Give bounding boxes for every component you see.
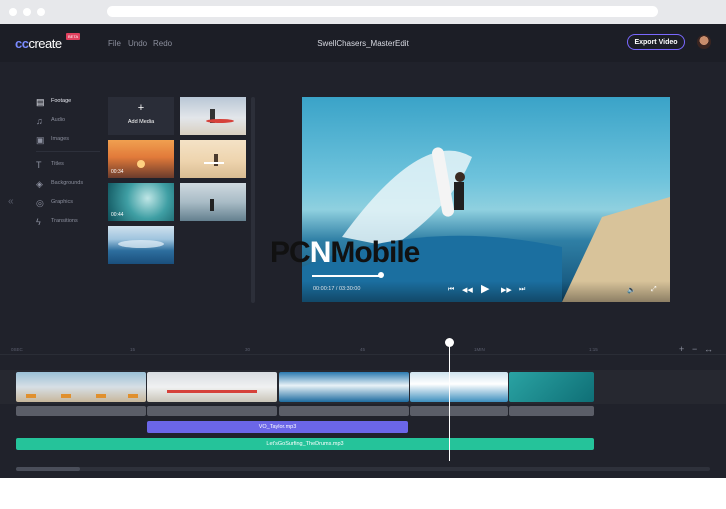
ruler-label: 0SEC [11, 347, 23, 352]
media-thumbnail[interactable] [180, 183, 246, 221]
surfer-scene [302, 147, 670, 302]
watermark-logo: PCNMobile [270, 236, 420, 269]
media-thumbnail[interactable]: 00:44 [108, 183, 174, 221]
sidebar-item-label: Transitions [51, 218, 78, 224]
film-icon: ▤ [36, 97, 45, 107]
media-thumbnail[interactable]: 00:34 [108, 140, 174, 178]
plus-icon: + [137, 102, 145, 114]
clip-marker [96, 394, 106, 398]
video-clip[interactable] [16, 372, 146, 402]
video-clip[interactable] [279, 372, 409, 402]
address-bar[interactable] [107, 6, 658, 17]
video-clip[interactable] [147, 372, 277, 402]
fast-forward-icon[interactable]: ▶▶ [501, 286, 512, 294]
video-clip[interactable] [410, 372, 508, 402]
page-background [0, 478, 726, 509]
ruler-label: 30 [245, 347, 251, 352]
playhead[interactable] [449, 342, 450, 461]
add-media-button[interactable]: + Add Media [108, 97, 174, 135]
music-note-icon: ♫ [36, 116, 43, 126]
collapse-sidebar-icon[interactable]: « [8, 196, 14, 207]
window-dot[interactable] [23, 8, 31, 16]
progress-handle[interactable] [378, 272, 384, 278]
text-icon: T [36, 160, 42, 170]
editor-app: cccreate BETA File Undo Redo SwellChaser… [0, 24, 726, 478]
video-preview[interactable] [302, 97, 670, 302]
sidebar-item-label: Footage [51, 98, 72, 104]
browser-chrome [0, 0, 726, 24]
skip-forward-icon[interactable]: ⏭ [519, 286, 525, 294]
clip-marker [128, 394, 138, 398]
layers-icon: ◈ [36, 179, 43, 189]
timeline-scroll-thumb[interactable] [16, 467, 80, 471]
audio-waveform[interactable] [147, 406, 277, 416]
voiceover-clip[interactable]: VO_Taylor.mp3 [147, 421, 408, 433]
zoom-out-icon[interactable]: − [692, 344, 697, 354]
browser-window: cccreate BETA File Undo Redo SwellChaser… [0, 0, 726, 509]
audio-waveform[interactable] [279, 406, 409, 416]
wave-crest-shape [118, 240, 164, 248]
video-clip[interactable] [509, 372, 594, 402]
add-media-label: Add Media [127, 119, 155, 125]
audio-waveform[interactable] [410, 406, 508, 416]
sidebar-item-label: Titles [51, 161, 64, 167]
volume-icon[interactable]: 🔈 [627, 286, 636, 294]
surfer-figure [206, 109, 234, 123]
project-title: SwellChasers_MasterEdit [317, 39, 409, 48]
sidebar-divider [36, 151, 100, 152]
clip-marker [26, 394, 36, 398]
fullscreen-icon[interactable]: ⤢ [651, 286, 657, 294]
clip-marker [61, 394, 71, 398]
window-dot[interactable] [9, 8, 17, 16]
shape-icon: ◎ [36, 198, 44, 208]
sidebar-item-label: Images [51, 136, 70, 142]
media-thumbnail[interactable] [180, 140, 246, 178]
surfboard-shape [167, 390, 257, 393]
progress-fill [312, 275, 381, 277]
top-bar: cccreate BETA File Undo Redo SwellChaser… [0, 24, 726, 62]
media-thumbnail[interactable] [180, 97, 246, 135]
sidebar-item-label: Graphics [51, 199, 74, 205]
sidebar-item-label: Backgrounds [51, 180, 84, 186]
ruler-label: 45 [360, 347, 366, 352]
surfer-figure [210, 199, 214, 211]
window-dot[interactable] [37, 8, 45, 16]
export-video-button[interactable]: Export Video [627, 34, 685, 50]
zoom-in-icon[interactable]: + [679, 344, 684, 354]
time-readout: 00:00:17 / 03:30:00 [313, 286, 361, 292]
media-thumbnail[interactable] [108, 226, 174, 264]
bolt-icon: ϟ [36, 217, 41, 227]
ruler-label: 1MIN [474, 347, 485, 352]
sun-shape [137, 160, 145, 168]
media-scrollbar[interactable] [251, 97, 255, 303]
audio-waveform[interactable] [509, 406, 594, 416]
image-icon: ▣ [36, 135, 45, 145]
surfer-figure [204, 154, 224, 166]
play-icon[interactable]: ▶ [481, 282, 489, 295]
thumbnail-duration: 00:34 [111, 169, 124, 175]
playhead-handle[interactable] [445, 338, 454, 347]
timeline-divider [0, 354, 726, 355]
music-clip[interactable]: Let'sGoSurfing_TheDrums.mp3 [16, 438, 594, 450]
sidebar-item-label: Audio [51, 117, 66, 123]
thumbnail-duration: 00:44 [111, 212, 124, 218]
timeline-scrollbar[interactable] [16, 467, 710, 471]
audio-waveform[interactable] [16, 406, 146, 416]
fit-timeline-icon[interactable]: ↔ [704, 344, 713, 354]
ruler-label: 1:15 [589, 347, 598, 352]
ruler-label: 15 [130, 347, 136, 352]
skip-back-icon[interactable]: ⏮ [448, 286, 454, 294]
rewind-icon[interactable]: ◀◀ [462, 286, 473, 294]
avatar[interactable] [697, 35, 711, 49]
